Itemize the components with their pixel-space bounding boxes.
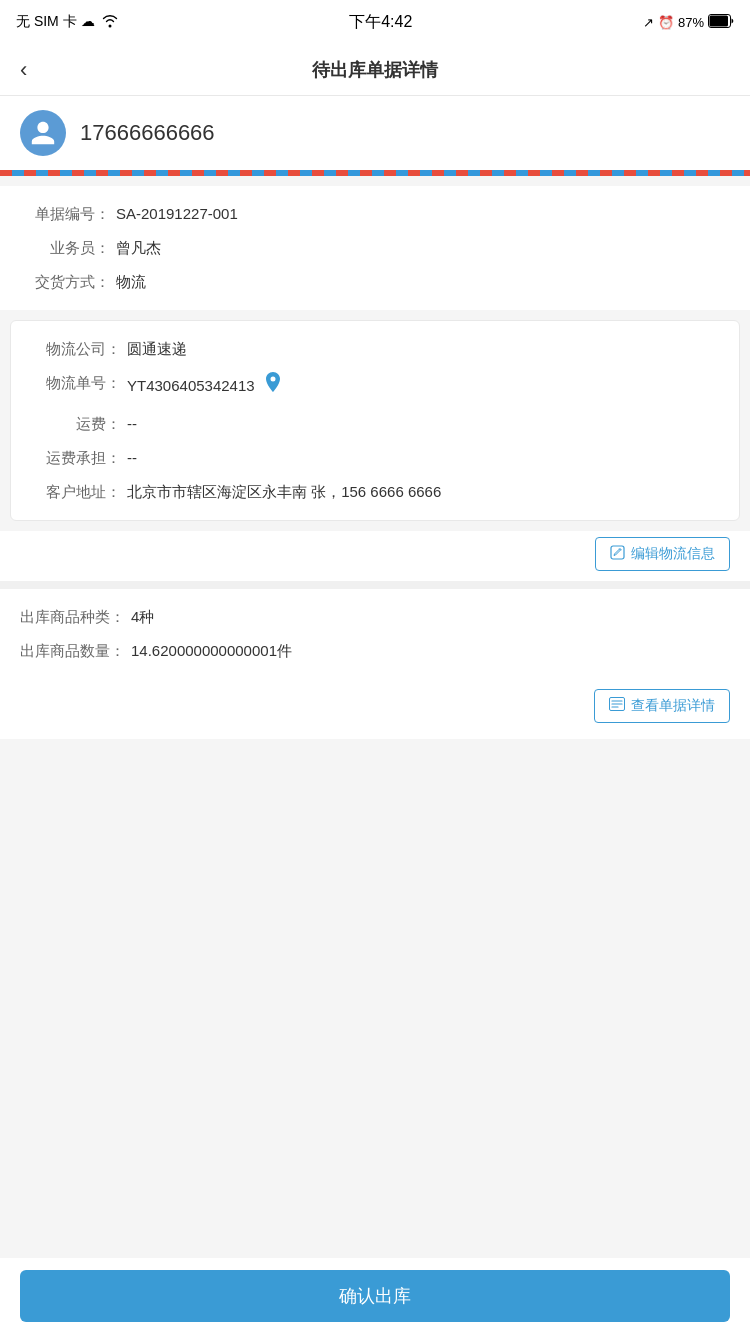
salesperson-label: 业务员：	[20, 236, 110, 260]
doc-number-label: 单据编号：	[20, 202, 110, 226]
confirm-button[interactable]: 确认出库	[20, 1270, 730, 1322]
logistics-company-label: 物流公司：	[31, 337, 121, 361]
tracking-number-value: YT4306405342413	[121, 371, 719, 402]
freight-row: 运费： --	[31, 412, 719, 436]
dashed-divider	[0, 170, 750, 176]
status-time: 下午4:42	[349, 12, 412, 33]
address-label: 客户地址：	[31, 480, 121, 504]
goods-type-value: 4种	[125, 605, 730, 629]
address-value: 北京市市辖区海淀区永丰南 张，156 6666 6666	[121, 480, 719, 504]
goods-quantity-value: 14.620000000000001件	[125, 639, 730, 663]
detail-btn-label: 查看单据详情	[631, 697, 715, 715]
edit-logistics-button[interactable]: 编辑物流信息	[595, 537, 730, 571]
battery-icon	[708, 14, 734, 31]
nav-bar: ‹ 待出库单据详情	[0, 44, 750, 96]
delivery-method-value: 物流	[110, 270, 730, 294]
edit-btn-label: 编辑物流信息	[631, 545, 715, 563]
logistics-section: 物流公司： 圆通速递 物流单号： YT4306405342413 运费： --	[10, 320, 740, 521]
location-status-icon: ↗	[643, 15, 654, 30]
tracking-number-label: 物流单号：	[31, 371, 121, 395]
doc-number-row: 单据编号： SA-20191227-001	[20, 202, 730, 226]
view-detail-button[interactable]: 查看单据详情	[594, 689, 730, 723]
wifi-icon	[101, 14, 119, 31]
empty-space	[0, 739, 750, 939]
logistics-company-value: 圆通速递	[121, 337, 719, 361]
goods-type-row: 出库商品种类： 4种	[20, 605, 730, 629]
goods-section: 出库商品种类： 4种 出库商品数量： 14.620000000000001件	[0, 589, 750, 679]
doc-number-value: SA-20191227-001	[110, 202, 730, 226]
status-left: 无 SIM 卡 ☁	[16, 13, 119, 31]
freight-bearer-label: 运费承担：	[31, 446, 121, 470]
logistics-company-row: 物流公司： 圆通速递	[31, 337, 719, 361]
goods-quantity-label: 出库商品数量：	[20, 639, 125, 663]
address-row: 客户地址： 北京市市辖区海淀区永丰南 张，156 6666 6666	[31, 480, 719, 504]
edit-icon	[610, 545, 625, 563]
goods-quantity-row: 出库商品数量： 14.620000000000001件	[20, 639, 730, 663]
detail-btn-icon	[609, 697, 625, 714]
section-divider	[0, 581, 750, 589]
battery-percent: 87%	[678, 15, 704, 30]
delivery-method-label: 交货方式：	[20, 270, 110, 294]
user-header: 17666666666	[0, 96, 750, 170]
freight-bearer-row: 运费承担： --	[31, 446, 719, 470]
page-title: 待出库单据详情	[312, 58, 438, 82]
delivery-method-row: 交货方式： 物流	[20, 270, 730, 294]
status-bar: 无 SIM 卡 ☁ 下午4:42 ↗ ⏰ 87%	[0, 0, 750, 44]
main-content: 无 SIM 卡 ☁ 下午4:42 ↗ ⏰ 87%	[0, 0, 750, 1019]
status-right: ↗ ⏰ 87%	[643, 14, 734, 31]
freight-label: 运费：	[31, 412, 121, 436]
alarm-icon: ⏰	[658, 15, 674, 30]
edit-btn-row: 编辑物流信息	[0, 531, 750, 581]
tracking-number-row: 物流单号： YT4306405342413	[31, 371, 719, 402]
sim-status: 无 SIM 卡 ☁	[16, 13, 95, 31]
avatar	[20, 110, 66, 156]
person-icon	[29, 119, 57, 147]
document-info-section: 单据编号： SA-20191227-001 业务员： 曾凡杰 交货方式： 物流	[0, 186, 750, 310]
svg-rect-1	[709, 15, 728, 26]
freight-value: --	[121, 412, 719, 436]
salesperson-row: 业务员： 曾凡杰	[20, 236, 730, 260]
goods-type-label: 出库商品种类：	[20, 605, 125, 629]
user-phone: 17666666666	[80, 120, 215, 146]
back-button[interactable]: ‹	[16, 49, 39, 91]
detail-btn-row: 查看单据详情	[0, 679, 750, 739]
tracking-location-icon[interactable]	[263, 371, 283, 402]
confirm-btn-area: 确认出库	[0, 1258, 750, 1334]
salesperson-value: 曾凡杰	[110, 236, 730, 260]
freight-bearer-value: --	[121, 446, 719, 470]
